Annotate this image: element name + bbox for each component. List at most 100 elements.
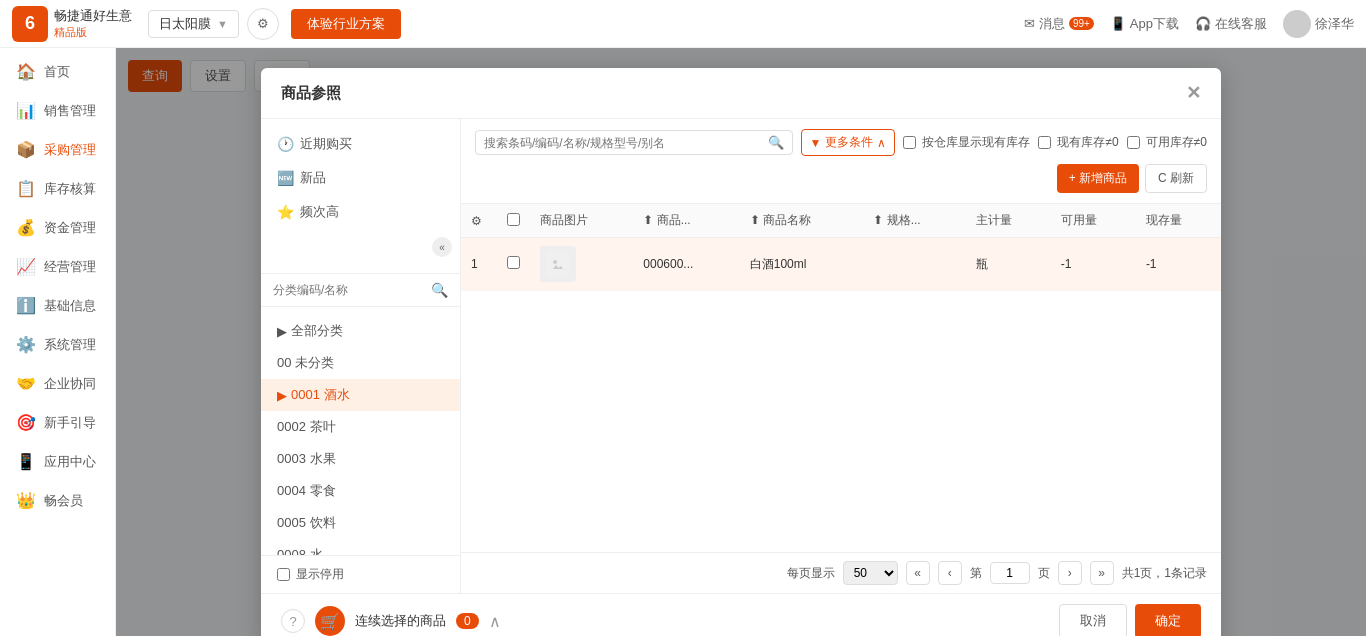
layout: 🏠 首页 📊 销售管理 📦 采购管理 📋 库存核算 💰 资金管理 📈 经营管理 … xyxy=(0,48,1366,636)
col-spec: ⬆ 规格... xyxy=(863,204,965,238)
modal: 商品参照 ✕ 🕐 近期购买 🆕 xyxy=(261,68,1221,636)
prev-page-button[interactable]: ‹ xyxy=(938,561,962,585)
sidebar-item-apps-label: 应用中心 xyxy=(44,453,96,471)
avatar xyxy=(1283,10,1311,38)
product-search-icon[interactable]: 🔍 xyxy=(768,135,784,150)
main-content: 查询 设置 刷新 商品参照 ✕ 🕐 xyxy=(116,48,1366,636)
category-search-input[interactable] xyxy=(273,283,425,297)
collapse-button[interactable]: « xyxy=(432,237,452,257)
search-icon[interactable]: 🔍 xyxy=(431,282,448,298)
recent-icon: 🕐 xyxy=(277,136,294,152)
cat-item-uncategorized[interactable]: 00 未分类 xyxy=(261,347,460,379)
sidebar-item-collab[interactable]: 🤝 企业协同 xyxy=(0,364,115,403)
first-page-button[interactable]: « xyxy=(906,561,930,585)
page-number-input[interactable] xyxy=(990,562,1030,584)
app-download-button[interactable]: 📱 App下载 xyxy=(1110,15,1179,33)
modal-header: 商品参照 ✕ xyxy=(261,68,1221,119)
add-product-button[interactable]: + 新增商品 xyxy=(1057,164,1139,193)
sidebar-item-apps[interactable]: 📱 应用中心 xyxy=(0,442,115,481)
trial-button[interactable]: 体验行业方案 xyxy=(291,9,401,39)
col-name-label: ⬆ 商品名称 xyxy=(750,213,811,227)
sidebar-item-member[interactable]: 👑 畅会员 xyxy=(0,481,115,520)
sidebar-item-basic-info[interactable]: ℹ️ 基础信息 xyxy=(0,286,115,325)
tab-new-label: 新品 xyxy=(300,169,326,187)
cat-label-all: 全部分类 xyxy=(291,322,343,340)
available-label[interactable]: 现有库存≠0 xyxy=(1057,134,1118,151)
cat-label-00: 00 未分类 xyxy=(277,354,334,372)
col-unit: 主计量 xyxy=(966,204,1051,238)
table-row[interactable]: 1 xyxy=(461,238,1221,291)
cancel-button[interactable]: 取消 xyxy=(1059,604,1127,636)
svg-rect-0 xyxy=(546,252,570,276)
row-checkbox[interactable] xyxy=(507,256,520,269)
member-icon: 👑 xyxy=(16,491,36,510)
tab-recent-purchase[interactable]: 🕐 近期购买 xyxy=(261,127,460,161)
available-checkbox[interactable] xyxy=(1038,136,1051,149)
page-label: 第 xyxy=(970,565,982,582)
col-image: 商品图片 xyxy=(530,204,633,238)
tab-new-products[interactable]: 🆕 新品 xyxy=(261,161,460,195)
sidebar-item-finance[interactable]: 💰 资金管理 xyxy=(0,208,115,247)
chevron-down-icon: ▼ xyxy=(217,18,228,30)
cat-item-drinks[interactable]: 0005 饮料 xyxy=(261,507,460,539)
modal-left-footer: 显示停用 xyxy=(261,555,460,593)
cat-item-tea[interactable]: 0002 茶叶 xyxy=(261,411,460,443)
sidebar-item-member-label: 畅会员 xyxy=(44,492,83,510)
sidebar-item-purchase[interactable]: 📦 采购管理 xyxy=(0,130,115,169)
modal-title: 商品参照 xyxy=(281,84,341,103)
cat-item-liquor[interactable]: ▶ 0001 酒水 xyxy=(261,379,460,411)
per-page-select[interactable]: 50 100 200 xyxy=(843,561,898,585)
logo-sub: 精品版 xyxy=(54,25,132,39)
cat-label-0004: 0004 零食 xyxy=(277,482,336,500)
col-settings: ⚙ xyxy=(461,204,497,238)
help-button[interactable]: ? xyxy=(281,609,305,633)
sidebar: 🏠 首页 📊 销售管理 📦 采购管理 📋 库存核算 💰 资金管理 📈 经营管理 … xyxy=(0,48,116,636)
modal-close-button[interactable]: ✕ xyxy=(1186,82,1201,104)
sidebar-item-inventory[interactable]: 📋 库存核算 xyxy=(0,169,115,208)
refresh-button[interactable]: C 刷新 xyxy=(1145,164,1207,193)
online-service-button[interactable]: 🎧 在线客服 xyxy=(1195,15,1267,33)
filter-button[interactable]: ▼ 更多条件 ∧ xyxy=(801,129,896,156)
sidebar-item-operations[interactable]: 📈 经营管理 xyxy=(0,247,115,286)
product-search-input[interactable] xyxy=(484,136,764,150)
tab-frequent[interactable]: ⭐ 频次高 xyxy=(261,195,460,229)
sales-icon: 📊 xyxy=(16,101,36,120)
nav-dropdown[interactable]: 日太阳膜 ▼ xyxy=(148,10,239,38)
filter-icon: ▼ xyxy=(810,136,822,150)
sidebar-item-system[interactable]: ⚙️ 系统管理 xyxy=(0,325,115,364)
usable-label[interactable]: 可用库存≠0 xyxy=(1146,134,1207,151)
sidebar-item-finance-label: 资金管理 xyxy=(44,219,96,237)
cat-item-water[interactable]: 0008 水 xyxy=(261,539,460,555)
last-page-button[interactable]: » xyxy=(1090,561,1114,585)
col-stock: 现存量 xyxy=(1136,204,1221,238)
row-check xyxy=(497,238,530,291)
row-code: 000600... xyxy=(633,238,739,291)
sidebar-item-sales[interactable]: 📊 销售管理 xyxy=(0,91,115,130)
by-warehouse-label[interactable]: 按仓库显示现有库存 xyxy=(922,134,1030,151)
by-warehouse-checkbox[interactable] xyxy=(903,136,916,149)
messages-button[interactable]: ✉ 消息 99+ xyxy=(1024,15,1094,33)
sidebar-item-guide[interactable]: 🎯 新手引导 xyxy=(0,403,115,442)
sidebar-item-operations-label: 经营管理 xyxy=(44,258,96,276)
settings-icon[interactable]: ⚙ xyxy=(247,8,279,40)
username-label: 徐泽华 xyxy=(1315,15,1354,33)
table-header-row: ⚙ 商品图片 ⬆ 商品... ⬆ 商品名称 xyxy=(461,204,1221,238)
cat-item-fruit[interactable]: 0003 水果 xyxy=(261,443,460,475)
select-all-checkbox[interactable] xyxy=(507,213,520,226)
footer-collapse-icon[interactable]: ∧ xyxy=(489,612,501,631)
next-page-button[interactable]: › xyxy=(1058,561,1082,585)
category-tree: ▶ 全部分类 00 未分类 ▶ 0001 酒水 0002 茶 xyxy=(261,307,460,555)
usable-checkbox[interactable] xyxy=(1127,136,1140,149)
show-disabled-checkbox[interactable] xyxy=(277,568,290,581)
col-available: 可用量 xyxy=(1051,204,1136,238)
product-thumbnail xyxy=(540,246,576,282)
confirm-button[interactable]: 确定 xyxy=(1135,604,1201,636)
show-disabled-label[interactable]: 显示停用 xyxy=(296,566,344,583)
operations-icon: 📈 xyxy=(16,257,36,276)
cat-item-all[interactable]: ▶ 全部分类 xyxy=(261,315,460,347)
cat-item-snacks[interactable]: 0004 零食 xyxy=(261,475,460,507)
sidebar-item-home[interactable]: 🏠 首页 xyxy=(0,52,115,91)
user-menu[interactable]: 徐泽华 xyxy=(1283,10,1354,38)
row-stock: -1 xyxy=(1136,238,1221,291)
cat-label-0005: 0005 饮料 xyxy=(277,514,336,532)
